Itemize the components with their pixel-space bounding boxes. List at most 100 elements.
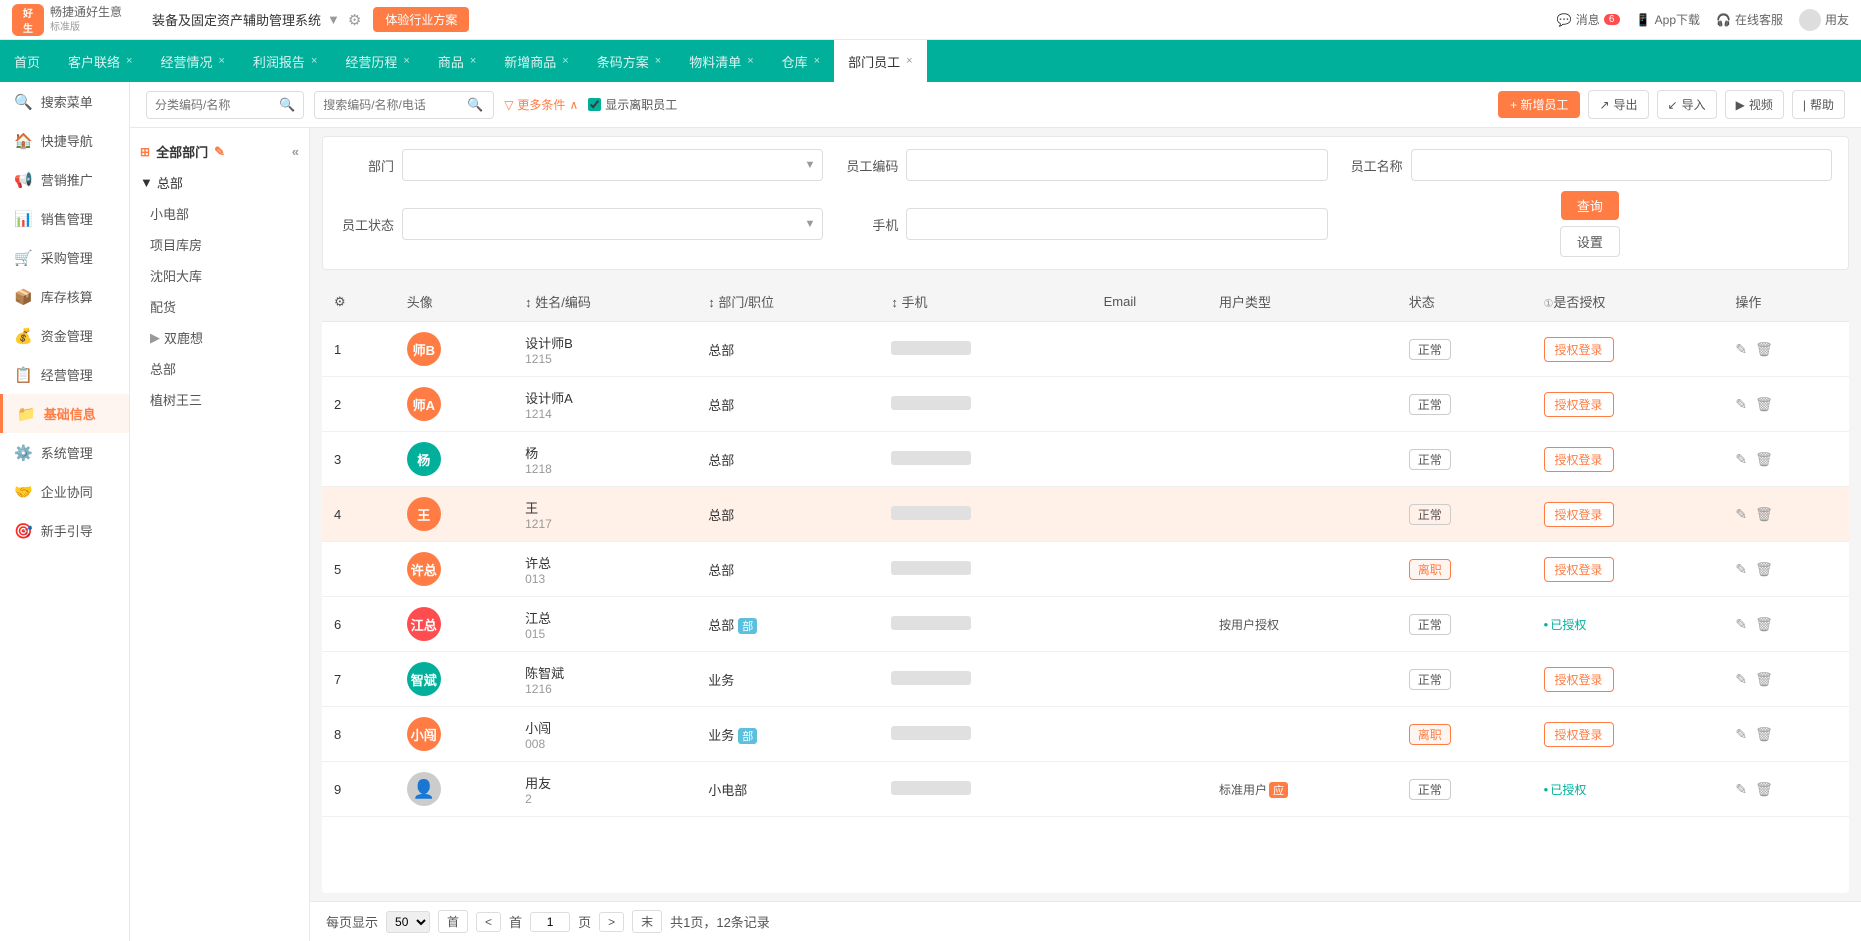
sidebar-item-management[interactable]: 📋 经营管理 bbox=[0, 355, 129, 394]
settings-button[interactable]: 设置 bbox=[1560, 226, 1620, 257]
col-name[interactable]: ↕ 姓名/编码 bbox=[513, 282, 696, 322]
online-service-btn[interactable]: 🎧 在线客服 bbox=[1716, 11, 1783, 28]
delete-icon[interactable]: 🗑 bbox=[1755, 561, 1773, 578]
edit-icon[interactable]: ✎ bbox=[1735, 726, 1747, 743]
tree-edit-icon[interactable]: ✎ bbox=[214, 144, 225, 160]
per-page-select[interactable]: 50 bbox=[386, 911, 430, 933]
sidebar-item-inventory[interactable]: 📦 库存核算 bbox=[0, 277, 129, 316]
delete-icon[interactable]: 🗑 bbox=[1755, 726, 1773, 743]
tree-collapse-btn[interactable]: « bbox=[292, 144, 299, 159]
col-phone[interactable]: ↕ 手机 bbox=[879, 282, 1091, 322]
tree-item-project[interactable]: 项目库房 bbox=[130, 229, 309, 260]
sidebar-item-purchase[interactable]: 🛒 采购管理 bbox=[0, 238, 129, 277]
tree-item-zongbu2[interactable]: 总部 bbox=[130, 353, 309, 384]
edit-icon[interactable]: ✎ bbox=[1735, 671, 1747, 688]
auth-login-button[interactable]: 授权登录 bbox=[1544, 392, 1614, 417]
trial-button[interactable]: 体验行业方案 bbox=[373, 7, 469, 32]
tab-profit[interactable]: 利润报告 × bbox=[239, 40, 331, 82]
tab-bom[interactable]: 物料清单 × bbox=[675, 40, 767, 82]
table-settings-icon[interactable]: ⚙ bbox=[334, 294, 346, 309]
filter-search-input[interactable] bbox=[323, 98, 463, 112]
export-button[interactable]: ↗导出 bbox=[1588, 90, 1648, 119]
prev-page-btn[interactable]: < bbox=[476, 912, 501, 932]
edit-icon[interactable]: ✎ bbox=[1735, 781, 1747, 798]
auth-login-button[interactable]: 授权登录 bbox=[1544, 447, 1614, 472]
auth-login-button[interactable]: 授权登录 bbox=[1544, 337, 1614, 362]
delete-icon[interactable]: 🗑 bbox=[1755, 616, 1773, 633]
edit-icon[interactable]: ✎ bbox=[1735, 616, 1747, 633]
search-input[interactable] bbox=[155, 98, 275, 112]
video-button[interactable]: ▶视频 bbox=[1725, 90, 1784, 119]
tree-item-xiao-dian[interactable]: 小电部 bbox=[130, 198, 309, 229]
auth-cell: 授权登录 bbox=[1532, 377, 1724, 432]
page-input[interactable] bbox=[530, 912, 570, 932]
tab-home[interactable]: 首页 bbox=[0, 40, 54, 82]
dept-select[interactable] bbox=[402, 149, 823, 181]
tab-barcode[interactable]: 条码方案 × bbox=[583, 40, 675, 82]
tree-item-shenyang[interactable]: 沈阳大库 bbox=[130, 260, 309, 291]
edit-icon[interactable]: ✎ bbox=[1735, 451, 1747, 468]
col-dept[interactable]: ↕ 部门/职位 bbox=[696, 282, 879, 322]
col-settings[interactable]: ⚙ bbox=[322, 282, 395, 322]
settings-icon[interactable]: ⚙ bbox=[348, 11, 361, 29]
sidebar-item-system[interactable]: ⚙️ 系统管理 bbox=[0, 433, 129, 472]
delete-icon[interactable]: 🗑 bbox=[1755, 396, 1773, 413]
tree-item-zhishu[interactable]: 植树王三 bbox=[130, 384, 309, 415]
emp-name-input[interactable] bbox=[1411, 149, 1832, 181]
emp-status-select[interactable] bbox=[402, 208, 823, 240]
tab-new-goods[interactable]: 新增商品 × bbox=[490, 40, 582, 82]
tab-history[interactable]: 经营历程 × bbox=[331, 40, 423, 82]
message-btn[interactable]: 💬 消息 6 bbox=[1557, 11, 1620, 28]
emp-code-input[interactable] bbox=[906, 149, 1327, 181]
edit-icon[interactable]: ✎ bbox=[1735, 561, 1747, 578]
delete-icon[interactable]: 🗑 bbox=[1755, 341, 1773, 358]
phone-input[interactable] bbox=[906, 208, 1327, 240]
last-page-btn[interactable]: 末 bbox=[632, 910, 662, 933]
filter-search-box[interactable]: 🔍 bbox=[314, 91, 494, 119]
next-page-btn[interactable]: > bbox=[599, 912, 624, 932]
sidebar-item-guide[interactable]: 🎯 新手引导 bbox=[0, 511, 129, 550]
auth-login-button[interactable]: 授权登录 bbox=[1544, 667, 1614, 692]
auth-login-button[interactable]: 授权登录 bbox=[1544, 557, 1614, 582]
tree-item-shuanglu[interactable]: ▶ 双鹿想 bbox=[130, 322, 309, 353]
sidebar-item-sales[interactable]: 📊 销售管理 bbox=[0, 199, 129, 238]
system-title-dropdown[interactable]: ▼ bbox=[327, 12, 340, 27]
auth-login-button[interactable]: 授权登录 bbox=[1544, 722, 1614, 747]
app-download-btn[interactable]: 📱 App下载 bbox=[1636, 11, 1700, 28]
import-button[interactable]: ↙导入 bbox=[1657, 90, 1717, 119]
sidebar-item-marketing[interactable]: 📢 营销推广 bbox=[0, 160, 129, 199]
show-resigned-checkbox[interactable] bbox=[588, 98, 601, 111]
tab-department[interactable]: 部门员工 × bbox=[834, 40, 926, 82]
search-box[interactable]: 🔍 bbox=[146, 91, 304, 119]
sidebar-item-finance[interactable]: 💰 资金管理 bbox=[0, 316, 129, 355]
phone-cell bbox=[879, 432, 1091, 487]
auth-login-button[interactable]: 授权登录 bbox=[1544, 502, 1614, 527]
edit-icon[interactable]: ✎ bbox=[1735, 506, 1747, 523]
delete-icon[interactable]: 🗑 bbox=[1755, 671, 1773, 688]
more-filter-btn[interactable]: ▽ 更多条件 ∧ bbox=[504, 96, 578, 113]
delete-icon[interactable]: 🗑 bbox=[1755, 451, 1773, 468]
help-button[interactable]: |帮助 bbox=[1792, 90, 1845, 119]
sidebar-item-collab[interactable]: 🤝 企业协同 bbox=[0, 472, 129, 511]
add-employee-button[interactable]: + 新增员工 bbox=[1498, 91, 1580, 118]
edit-icon[interactable]: ✎ bbox=[1735, 341, 1747, 358]
tab-goods[interactable]: 商品 × bbox=[424, 40, 490, 82]
tab-customer[interactable]: 客户联络 × bbox=[54, 40, 146, 82]
tab-warehouse[interactable]: 仓库 × bbox=[768, 40, 834, 82]
delete-icon[interactable]: 🗑 bbox=[1755, 781, 1773, 798]
sidebar-item-basic[interactable]: 📁 基础信息 bbox=[0, 394, 129, 433]
status-cell: 正常 bbox=[1397, 597, 1532, 652]
edit-icon[interactable]: ✎ bbox=[1735, 396, 1747, 413]
user-btn[interactable]: 用友 bbox=[1799, 9, 1849, 31]
tree-item-peihuo[interactable]: 配货 bbox=[130, 291, 309, 322]
status-cell: 离职 bbox=[1397, 707, 1532, 762]
tree-group-zongbu[interactable]: ▼ 总部 bbox=[130, 167, 309, 198]
user-type-cell bbox=[1207, 487, 1397, 542]
query-button[interactable]: 查询 bbox=[1561, 191, 1619, 220]
delete-icon[interactable]: 🗑 bbox=[1755, 506, 1773, 523]
sidebar-item-nav[interactable]: 🏠 快捷导航 bbox=[0, 121, 129, 160]
show-resigned-toggle[interactable]: 显示离职员工 bbox=[588, 96, 677, 113]
sidebar-item-search[interactable]: 🔍 搜索菜单 bbox=[0, 82, 129, 121]
tab-operation[interactable]: 经营情况 × bbox=[146, 40, 238, 82]
first-page-btn[interactable]: 首 bbox=[438, 910, 468, 933]
